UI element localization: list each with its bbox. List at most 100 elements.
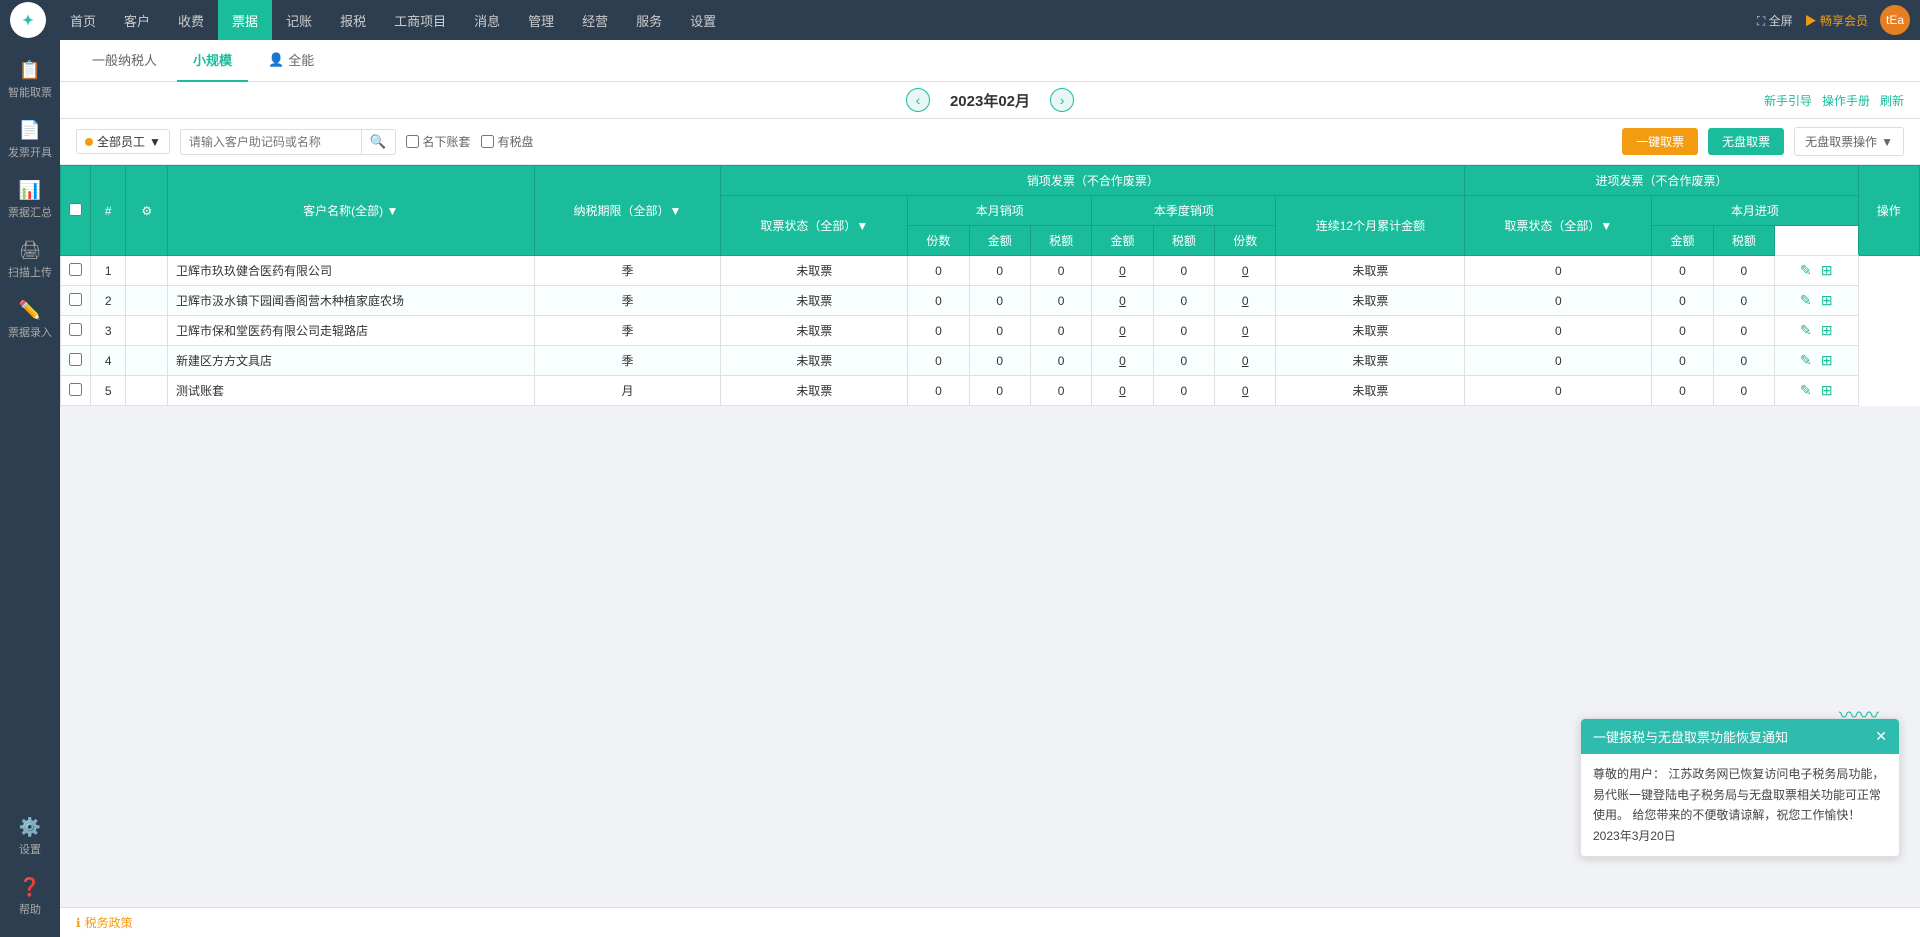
nav-item-服务[interactable]: 服务 — [622, 0, 676, 40]
sidebar-item-智能取票[interactable]: 📋智能取票 — [0, 50, 60, 110]
row-customer: 卫辉市保和堂医药有限公司走辊路店 — [167, 316, 534, 346]
row-s-month-tax: 0 — [1030, 316, 1091, 346]
employee-selector[interactable]: 全部员工 ▼ — [76, 129, 170, 154]
notification-close-btn[interactable]: ✕ — [1875, 728, 1887, 745]
s-quarter-amount-link[interactable]: 0 — [1119, 294, 1126, 308]
edit-icon[interactable]: ✎ — [1800, 352, 1812, 368]
s-12month-link[interactable]: 0 — [1242, 324, 1249, 338]
nav-item-消息[interactable]: 消息 — [460, 0, 514, 40]
fullscreen-btn[interactable]: ⛶ 全屏 — [1757, 12, 1793, 29]
has-taxdisk-checkbox[interactable]: 有税盘 — [481, 133, 534, 150]
row-p-month-shares: 0 — [1465, 376, 1652, 406]
nav-item-客户[interactable]: 客户 — [110, 0, 164, 40]
row-checkbox[interactable] — [69, 323, 82, 336]
one-click-ticket-btn[interactable]: 一键取票 — [1622, 128, 1698, 155]
row-p-month-shares: 0 — [1465, 286, 1652, 316]
period-next-btn[interactable]: › — [1050, 88, 1074, 112]
edit-icon[interactable]: ✎ — [1800, 292, 1812, 308]
tab-小规模[interactable]: 小规模 — [177, 40, 248, 82]
row-checkbox[interactable] — [69, 383, 82, 396]
period-btn-新手引导[interactable]: 新手引导 — [1764, 92, 1812, 109]
row-p-month-tax: 0 — [1713, 286, 1774, 316]
sidebar-item-票据录入[interactable]: ✏️票据录入 — [0, 290, 60, 350]
select-all-checkbox[interactable] — [69, 203, 82, 216]
row-p-month-tax: 0 — [1713, 316, 1774, 346]
view-icon[interactable]: ⊞ — [1821, 382, 1833, 398]
edit-icon[interactable]: ✎ — [1800, 382, 1812, 398]
nav-item-记账[interactable]: 记账 — [272, 0, 326, 40]
nav-item-工商项目[interactable]: 工商项目 — [380, 0, 460, 40]
avatar[interactable]: tEa — [1880, 5, 1910, 35]
row-s-quarter-tax: 0 — [1153, 316, 1214, 346]
period-right-buttons: 新手引导操作手册刷新 — [1764, 92, 1904, 109]
s-12month-link[interactable]: 0 — [1242, 264, 1249, 278]
no-disk-ops-btn[interactable]: 无盘取票操作 ▼ — [1794, 127, 1904, 156]
tabs-bar: 一般纳税人小规模👤全能 — [60, 40, 1920, 82]
nav-item-报税[interactable]: 报税 — [326, 0, 380, 40]
nav-items: 首页客户收费票据记账报税工商项目消息管理经营服务设置 — [56, 0, 1757, 40]
row-checkbox[interactable] — [69, 263, 82, 276]
row-customer: 卫辉市汲水镇下园闻香阁营木种植家庭农场 — [167, 286, 534, 316]
toolbar: 全部员工 ▼ 🔍 名下账套 有税盘 一键取票 无盘取票 无盘取票操作 ▼ — [60, 119, 1920, 165]
search-input[interactable] — [181, 131, 361, 153]
view-icon[interactable]: ⊞ — [1821, 292, 1833, 308]
th-s-quarter-tax: 税额 — [1153, 226, 1214, 256]
nav-item-经营[interactable]: 经营 — [568, 0, 622, 40]
row-settings — [126, 286, 168, 316]
period-prev-btn[interactable]: ‹ — [906, 88, 930, 112]
sidebar-bottom-设置[interactable]: ⚙️设置 — [19, 807, 41, 867]
sidebar-item-发票开具[interactable]: 📄发票开具 — [0, 110, 60, 170]
view-icon[interactable]: ⊞ — [1821, 352, 1833, 368]
row-purchase-status: 未取票 — [1276, 256, 1465, 286]
tax-policy-link[interactable]: ℹ 税务政策 — [76, 914, 133, 931]
edit-icon[interactable]: ✎ — [1800, 322, 1812, 338]
view-icon[interactable]: ⊞ — [1821, 262, 1833, 278]
s-quarter-amount-link[interactable]: 0 — [1119, 264, 1126, 278]
s-quarter-amount-link[interactable]: 0 — [1119, 354, 1126, 368]
sidebar-item-扫描上传[interactable]: 🖨扫描上传 — [0, 230, 60, 290]
view-icon[interactable]: ⊞ — [1821, 322, 1833, 338]
sidebar-item-票据汇总[interactable]: 📊票据汇总 — [0, 170, 60, 230]
row-sales-status: 未取票 — [721, 376, 908, 406]
notification-wave-icon: 〰〰 — [1839, 699, 1879, 728]
member-btn[interactable]: ▶ 畅享会员 — [1805, 12, 1868, 29]
row-num: 4 — [91, 346, 126, 376]
th-this-month-sales: 本月销项 — [908, 196, 1092, 226]
tab-全能[interactable]: 👤全能 — [252, 40, 330, 82]
nav-item-收费[interactable]: 收费 — [164, 0, 218, 40]
no-disk-ticket-btn[interactable]: 无盘取票 — [1708, 128, 1784, 155]
nav-item-票据[interactable]: 票据 — [218, 0, 272, 40]
s-12month-link[interactable]: 0 — [1242, 384, 1249, 398]
sidebar-bottom-icon: ❓ — [19, 877, 41, 898]
s-quarter-amount-link[interactable]: 0 — [1119, 324, 1126, 338]
period-bar: ‹ 2023年02月 › 新手引导操作手册刷新 — [60, 82, 1920, 119]
th-p-month-shares: 份数 — [1215, 226, 1276, 256]
nav-item-管理[interactable]: 管理 — [514, 0, 568, 40]
period-btn-刷新[interactable]: 刷新 — [1880, 92, 1904, 109]
row-s-12month: 0 — [1215, 286, 1276, 316]
row-checkbox[interactable] — [69, 353, 82, 366]
th-purchase-status: 取票状态（全部）▼ — [1465, 196, 1652, 256]
edit-icon[interactable]: ✎ — [1800, 262, 1812, 278]
s-quarter-amount-link[interactable]: 0 — [1119, 384, 1126, 398]
row-checkbox[interactable] — [69, 293, 82, 306]
row-s-month-tax: 0 — [1030, 376, 1091, 406]
nav-item-首页[interactable]: 首页 — [56, 0, 110, 40]
s-12month-link[interactable]: 0 — [1242, 354, 1249, 368]
name-account-checkbox[interactable]: 名下账套 — [406, 133, 471, 150]
nav-item-设置[interactable]: 设置 — [676, 0, 730, 40]
row-tax-period: 季 — [534, 316, 721, 346]
row-s-month-shares: 0 — [908, 256, 969, 286]
s-12month-link[interactable]: 0 — [1242, 294, 1249, 308]
sidebar-item-label: 发票开具 — [8, 144, 52, 160]
row-s-month-tax: 0 — [1030, 286, 1091, 316]
row-s-quarter-amount: 0 — [1092, 286, 1153, 316]
sidebar-bottom-帮助[interactable]: ❓帮助 — [19, 867, 41, 927]
th-purchase-header: 进项发票（不合作废票） — [1465, 166, 1858, 196]
tab-一般纳税人[interactable]: 一般纳税人 — [76, 40, 173, 82]
row-num: 1 — [91, 256, 126, 286]
search-button[interactable]: 🔍 — [361, 130, 395, 154]
period-btn-操作手册[interactable]: 操作手册 — [1822, 92, 1870, 109]
row-tax-period: 季 — [534, 346, 721, 376]
sidebar-icon: 📋 — [19, 60, 41, 81]
